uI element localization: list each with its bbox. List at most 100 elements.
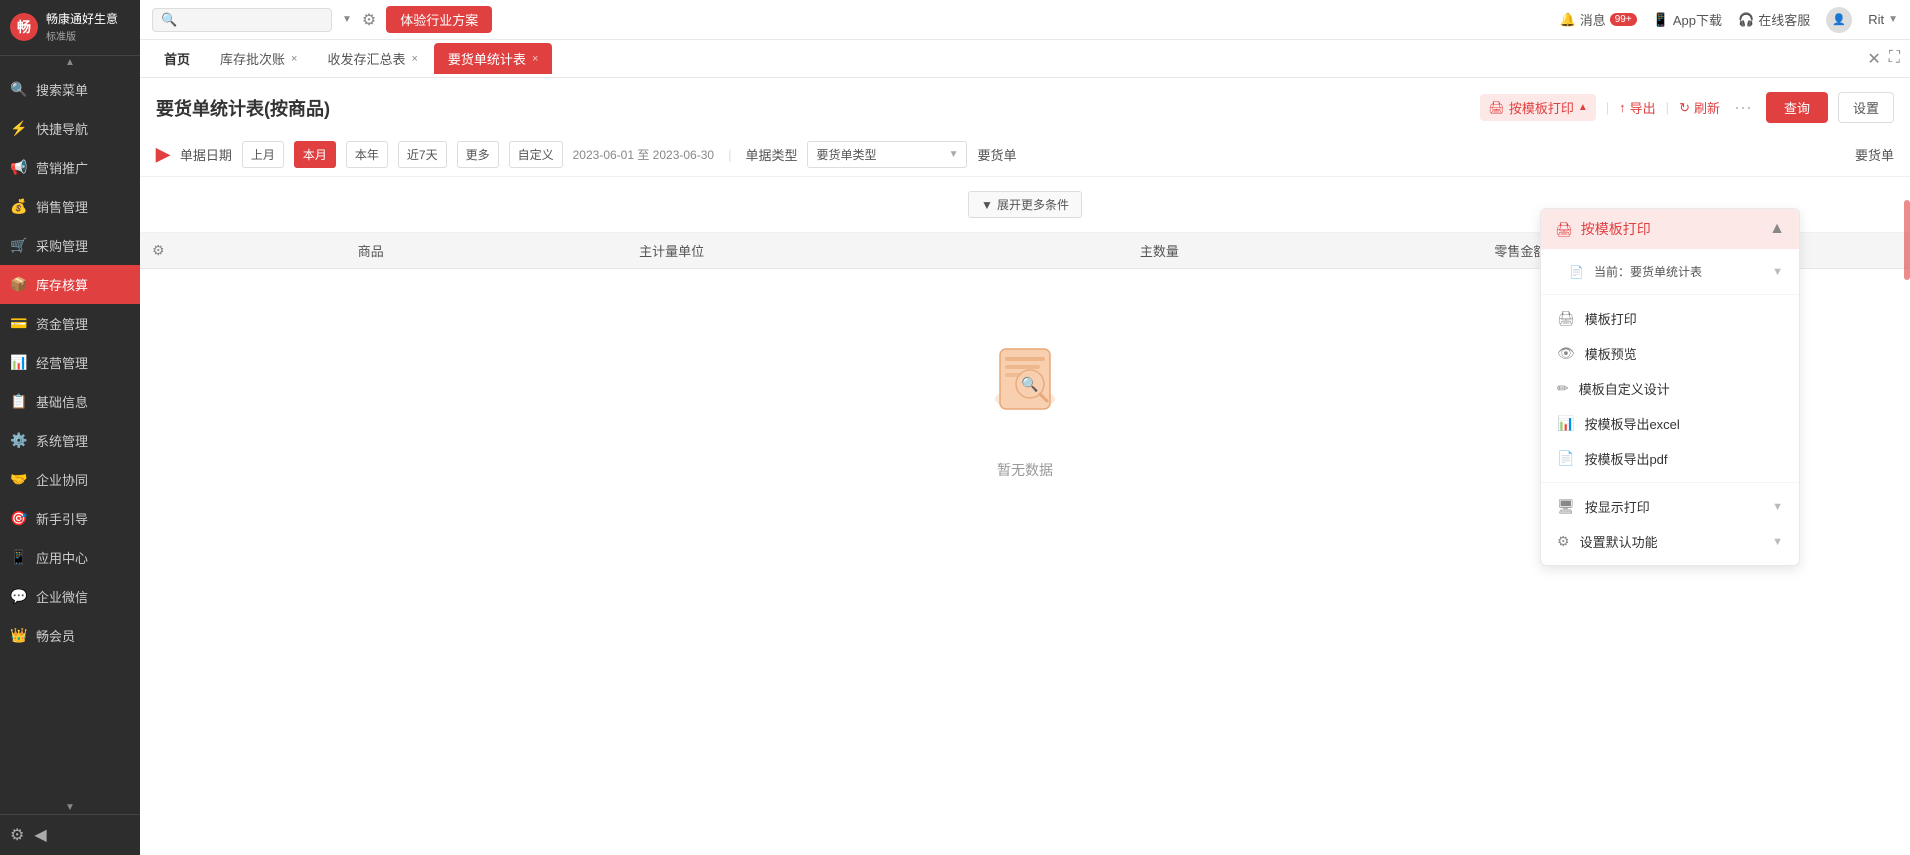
dropdown-item-export-pdf[interactable]: 📄 按模板导出pdf <box>1541 441 1799 476</box>
tab-inventory-batch[interactable]: 库存批次账 × <box>206 43 311 74</box>
current-doc-icon: 📄 <box>1569 265 1584 279</box>
username-display[interactable]: Rit ▼ <box>1868 12 1898 27</box>
sidebar-item-quick-nav[interactable]: ⚡ 快捷导航 <box>0 109 140 148</box>
sidebar-item-apps[interactable]: 📱 应用中心 <box>0 538 140 577</box>
sidebar-item-marketing[interactable]: 📢 营销推广 <box>0 148 140 187</box>
app-version: 标准版 <box>46 28 118 43</box>
page-settings-button[interactable]: 设置 <box>1838 92 1894 123</box>
user-dropdown-arrow: ▼ <box>1888 14 1898 25</box>
dropdown-item-template-print[interactable]: 🖨 模板打印 <box>1541 301 1799 336</box>
sidebar-item-sales[interactable]: 💰 销售管理 <box>0 187 140 226</box>
tab-collection-summary-label: 收发存汇总表 <box>327 49 405 68</box>
search-icon: 🔍 <box>161 12 177 28</box>
dropdown-items-section: 🖨 模板打印 👁 模板预览 ✏ 模板自定义设计 📊 按模板导出excel <box>1541 295 1799 483</box>
app-download-button[interactable]: 📱 App下载 <box>1653 10 1722 29</box>
tabs-bar: 首页 库存批次账 × 收发存汇总表 × 要货单统计表 × ✕ ⛶ <box>140 40 1910 78</box>
set-default-label: 设置默认功能 <box>1580 532 1763 551</box>
date-label: 单据日期 <box>180 145 232 164</box>
sidebar-item-basics[interactable]: 📋 基础信息 <box>0 382 140 421</box>
purchase-icon: 🛒 <box>10 236 28 254</box>
set-default-arrow: ▼ <box>1772 536 1783 548</box>
dropdown-current-item[interactable]: 📄 当前：要货单统计表 ▼ <box>1541 255 1799 288</box>
sidebar-item-inventory[interactable]: 📦 库存核算 <box>0 265 140 304</box>
messages-button[interactable]: 🔔 消息 99+ <box>1560 10 1637 29</box>
export-button[interactable]: ↑ 导出 <box>1619 98 1656 117</box>
col-settings: ⚙ <box>140 233 346 269</box>
expand-more-button[interactable]: ▼ 展开更多条件 <box>968 191 1082 218</box>
collapse-icon[interactable]: ◀ <box>34 825 46 845</box>
maximize-icon[interactable]: ⛶ <box>1889 49 1900 69</box>
sidebar-item-label: 采购管理 <box>36 236 88 255</box>
sidebar-item-system[interactable]: ⚙️ 系统管理 <box>0 421 140 460</box>
dropdown-item-template-preview[interactable]: 👁 模板预览 <box>1541 336 1799 371</box>
export-excel-icon: 📊 <box>1557 415 1574 432</box>
sidebar-item-operations[interactable]: 📊 经营管理 <box>0 343 140 382</box>
dropdown-close-button[interactable]: ▲ <box>1769 220 1785 238</box>
system-icon: ⚙️ <box>10 431 28 449</box>
logo-icon: 畅 <box>10 13 38 41</box>
date-btn-more[interactable]: 更多 <box>457 141 499 168</box>
more-actions-button[interactable]: ··· <box>1734 97 1752 118</box>
template-print-icon: 🖨 <box>1557 310 1575 327</box>
expand-filter-icon[interactable]: ▶ <box>156 144 170 165</box>
avatar-icon: 👤 <box>1826 7 1852 33</box>
tab-collection-summary-close[interactable]: × <box>411 53 417 65</box>
date-btn-this-month[interactable]: 本月 <box>294 141 336 168</box>
user-avatar[interactable]: 👤 <box>1826 7 1852 33</box>
sidebar-item-member[interactable]: 👑 畅会员 <box>0 616 140 655</box>
sales-icon: 💰 <box>10 197 28 215</box>
settings-bottom-icon[interactable]: ⚙ <box>10 825 24 845</box>
tab-collection-summary[interactable]: 收发存汇总表 × <box>313 43 431 74</box>
sidebar-item-wechat[interactable]: 💬 企业微信 <box>0 577 140 616</box>
refresh-icon: ↻ <box>1679 100 1690 116</box>
col-product: 商品 <box>346 233 627 269</box>
date-btn-this-year[interactable]: 本年 <box>346 141 388 168</box>
vertical-scrollbar[interactable] <box>1904 200 1910 280</box>
date-btn-custom[interactable]: 自定义 <box>509 141 563 168</box>
tab-order-stats[interactable]: 要货单统计表 × <box>434 43 552 74</box>
dropdown-item-set-default[interactable]: ⚙ 设置默认功能 ▼ <box>1541 524 1799 559</box>
header-settings-icon[interactable]: ⚙ <box>362 10 376 30</box>
username-text: Rit <box>1868 12 1884 27</box>
sidebar-item-purchase[interactable]: 🛒 采购管理 <box>0 226 140 265</box>
refresh-button[interactable]: ↻ 刷新 <box>1679 98 1720 117</box>
header-search-bar[interactable]: 🔍 <box>152 8 332 32</box>
marketing-icon: 📢 <box>10 158 28 176</box>
tab-home[interactable]: 首页 <box>150 43 204 74</box>
tab-order-stats-close[interactable]: × <box>532 53 538 65</box>
dropdown-item-export-excel[interactable]: 📊 按模板导出excel <box>1541 406 1799 441</box>
sidebar-scroll-up[interactable]: ▲ <box>0 56 140 70</box>
sidebar-item-cooperation[interactable]: 🤝 企业协同 <box>0 460 140 499</box>
close-window-icon[interactable]: ✕ <box>1867 49 1880 69</box>
type-select[interactable]: 要货单类型 ▼ <box>807 141 967 168</box>
sidebar-item-finance[interactable]: 💳 资金管理 <box>0 304 140 343</box>
print-template-button[interactable]: 🖨 按模板打印 ▲ <box>1480 94 1595 121</box>
tab-inventory-batch-close[interactable]: × <box>291 53 297 65</box>
dropdown-item-display-print[interactable]: 🖥 按显示打印 ▼ <box>1541 489 1799 524</box>
sidebar-scroll-down[interactable]: ▼ <box>0 800 140 814</box>
main-content: 🔍 ▼ ⚙ 体验行业方案 🔔 消息 99+ 📱 App下载 🎧 在线客服 👤 <box>140 0 1910 855</box>
column-settings-icon[interactable]: ⚙ <box>152 242 165 258</box>
type-label: 单据类型 <box>745 145 797 164</box>
date-range-display: 2023-06-01 至 2023-06-30 <box>573 146 714 163</box>
tab-home-label: 首页 <box>164 49 190 68</box>
page-content: 要货单统计表(按商品) 🖨 按模板打印 ▲ | ↑ 导出 | ↻ <box>140 78 1910 855</box>
sidebar-item-label: 基础信息 <box>36 392 88 411</box>
sidebar-item-search-menu[interactable]: 🔍 搜索菜单 <box>0 70 140 109</box>
try-industry-button[interactable]: 体验行业方案 <box>386 6 492 33</box>
sidebar-item-guide[interactable]: 🎯 新手引导 <box>0 499 140 538</box>
search-input[interactable] <box>183 13 303 27</box>
online-service-button[interactable]: 🎧 在线客服 <box>1738 10 1810 29</box>
print-dropdown-menu: 🖨 按模板打印 ▲ 📄 当前：要货单统计表 ▼ 🖨 模板打印 <box>1540 208 1800 566</box>
date-btn-7days[interactable]: 近7天 <box>398 141 447 168</box>
dropdown-current-label: 当前：要货单统计表 <box>1594 263 1762 280</box>
sidebar-item-label: 新手引导 <box>36 509 88 528</box>
search-dropdown-arrow[interactable]: ▼ <box>342 14 352 25</box>
query-button[interactable]: 查询 <box>1766 92 1828 123</box>
date-btn-last-month[interactable]: 上月 <box>242 141 284 168</box>
sidebar-nav: 🔍 搜索菜单 ⚡ 快捷导航 📢 营销推广 💰 销售管理 🛒 采购管理 📦 库存核… <box>0 70 140 800</box>
empty-illustration: 🔍 <box>975 329 1075 429</box>
filter-divider-1: | <box>728 147 731 162</box>
sidebar-item-label: 搜索菜单 <box>36 80 88 99</box>
dropdown-item-template-custom[interactable]: ✏ 模板自定义设计 <box>1541 371 1799 406</box>
